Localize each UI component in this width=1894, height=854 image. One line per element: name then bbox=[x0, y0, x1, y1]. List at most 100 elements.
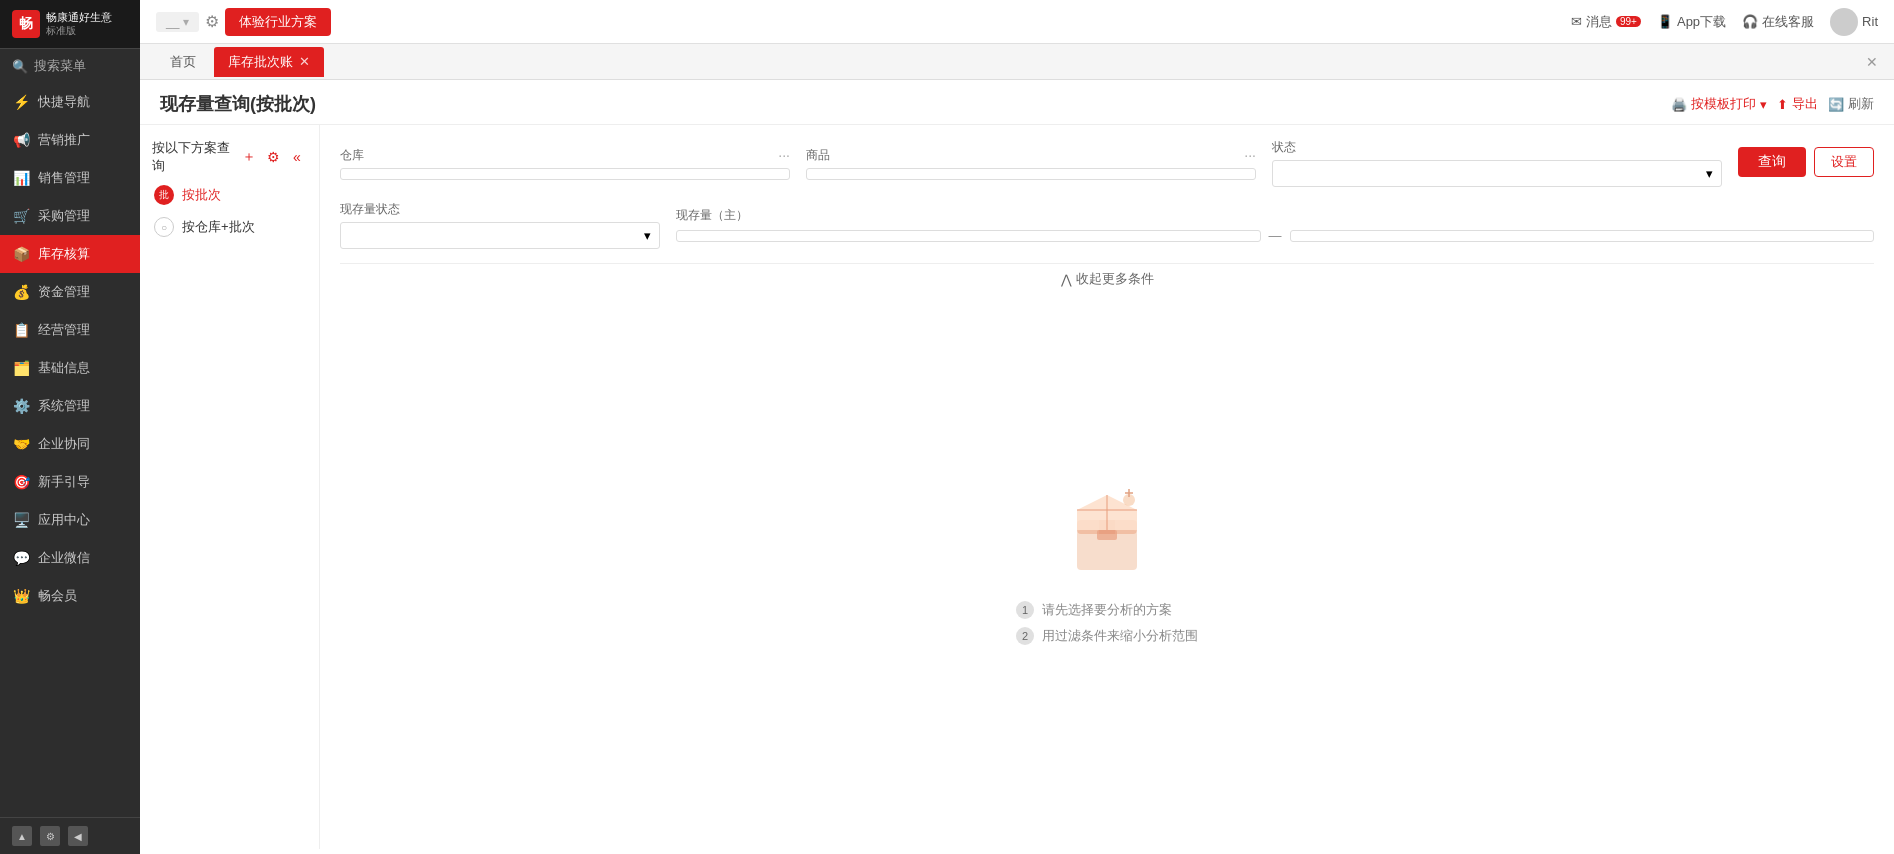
sidebar-search[interactable]: 🔍 搜索菜单 bbox=[0, 49, 140, 83]
collapse-more-conditions[interactable]: ⋀ 收起更多条件 bbox=[340, 263, 1874, 294]
sidebar-item-label: 应用中心 bbox=[38, 511, 90, 529]
app-version: 标准版 bbox=[46, 24, 112, 38]
sidebar-item-label: 快捷导航 bbox=[38, 93, 90, 111]
user-name: Rit bbox=[1862, 14, 1878, 29]
chevron-down-icon: ▾ bbox=[183, 15, 189, 29]
left-panel: 按以下方案查询 ＋ ⚙ « 批 按批次 ○ 按仓库+批次 bbox=[140, 125, 320, 849]
app-logo-icon: 畅 bbox=[12, 10, 40, 38]
sidebar-item-label: 企业协同 bbox=[38, 435, 90, 453]
sidebar-item-system[interactable]: ⚙️ 系统管理 bbox=[0, 387, 140, 425]
empty-tip-1-text: 请先选择要分析的方案 bbox=[1042, 601, 1172, 619]
quicknav-icon: ⚡ bbox=[12, 94, 30, 110]
chevron-down-icon: ▾ bbox=[644, 228, 651, 243]
sidebar: 畅 畅康通好生意 标准版 🔍 搜索菜单 ⚡ 快捷导航 📢 营销推广 📊 销售管理… bbox=[0, 0, 140, 854]
messages-badge: 99+ bbox=[1616, 16, 1641, 27]
sidebar-item-finance[interactable]: 💰 资金管理 bbox=[0, 273, 140, 311]
settings-button[interactable]: 设置 bbox=[1814, 147, 1874, 177]
sidebar-item-enterprise[interactable]: 🤝 企业协同 bbox=[0, 425, 140, 463]
quantity-from-input[interactable] bbox=[676, 230, 1261, 242]
sidebar-item-sales[interactable]: 📊 销售管理 bbox=[0, 159, 140, 197]
sidebar-collapse-btn[interactable]: ◀ bbox=[68, 826, 88, 846]
sidebar-item-base[interactable]: 🗂️ 基础信息 bbox=[0, 349, 140, 387]
query-button[interactable]: 查询 bbox=[1738, 147, 1806, 177]
online-support-button[interactable]: 🎧 在线客服 bbox=[1742, 13, 1814, 31]
content-body: 按以下方案查询 ＋ ⚙ « 批 按批次 ○ 按仓库+批次 bbox=[140, 125, 1894, 849]
sidebar-settings-btn[interactable]: ⚙ bbox=[40, 826, 60, 846]
sidebar-item-label: 资金管理 bbox=[38, 283, 90, 301]
sidebar-bottom: ▲ ⚙ ◀ bbox=[0, 817, 140, 854]
refresh-button[interactable]: 🔄 刷新 bbox=[1828, 95, 1874, 113]
sidebar-item-label: 新手引导 bbox=[38, 473, 90, 491]
empty-illustration bbox=[1057, 485, 1157, 585]
inventory-status-dropdown[interactable]: ▾ bbox=[340, 222, 660, 249]
sidebar-item-purchase[interactable]: 🛒 采购管理 bbox=[0, 197, 140, 235]
tab-home[interactable]: 首页 bbox=[156, 47, 210, 77]
search-icon: 🔍 bbox=[12, 59, 28, 74]
warehouse-filter-more[interactable]: ··· bbox=[778, 147, 790, 163]
operations-icon: 📋 bbox=[12, 322, 30, 338]
tab-close-all: ✕ bbox=[1866, 54, 1878, 70]
message-icon: ✉ bbox=[1571, 14, 1582, 29]
add-scheme-button[interactable]: ＋ bbox=[239, 147, 259, 167]
export-icon: ⬆ bbox=[1777, 97, 1788, 112]
tab-home-label: 首页 bbox=[170, 53, 196, 71]
left-panel-title: 按以下方案查询 bbox=[152, 139, 233, 175]
finance-icon: 💰 bbox=[12, 284, 30, 300]
breadcrumb-text: __ bbox=[166, 15, 179, 29]
sidebar-item-label: 销售管理 bbox=[38, 169, 90, 187]
app-download-button[interactable]: 📱 App下载 bbox=[1657, 13, 1726, 31]
tabbar: 首页 库存批次账 ✕ ✕ bbox=[140, 44, 1894, 80]
sidebar-item-wechat[interactable]: 💬 企业微信 bbox=[0, 539, 140, 577]
warehouse-input[interactable] bbox=[340, 168, 790, 180]
settings-scheme-button[interactable]: ⚙ bbox=[263, 147, 283, 167]
template-print-button[interactable]: 🖨️ 按模板打印 ▾ bbox=[1671, 95, 1767, 113]
quantity-to-input[interactable] bbox=[1290, 230, 1875, 242]
product-filter-more[interactable]: ··· bbox=[1244, 147, 1256, 163]
close-tab-icon[interactable]: ✕ bbox=[299, 54, 310, 69]
filter-product: 商品 ··· bbox=[806, 147, 1256, 180]
product-input[interactable] bbox=[806, 168, 1256, 180]
sidebar-item-inventory[interactable]: 📦 库存核算 bbox=[0, 235, 140, 273]
sidebar-search-label: 搜索菜单 bbox=[34, 57, 86, 75]
empty-icon bbox=[1057, 485, 1157, 585]
phone-icon: 📱 bbox=[1657, 14, 1673, 29]
tab-inventory-batch[interactable]: 库存批次账 ✕ bbox=[214, 47, 324, 77]
user-profile-button[interactable]: Rit bbox=[1830, 8, 1878, 36]
app-download-label: App下载 bbox=[1677, 13, 1726, 31]
sidebar-item-appstore[interactable]: 🖥️ 应用中心 bbox=[0, 501, 140, 539]
page-content: 现存量查询(按批次) 🖨️ 按模板打印 ▾ ⬆ 导出 🔄 刷新 bbox=[140, 80, 1894, 854]
base-icon: 🗂️ bbox=[12, 360, 30, 376]
sidebar-item-quicknav[interactable]: ⚡ 快捷导航 bbox=[0, 83, 140, 121]
filter-row-2: 现存量状态 ▾ 现存量（主） — bbox=[340, 201, 1874, 249]
sidebar-item-label: 经营管理 bbox=[38, 321, 90, 339]
print-icon: 🖨️ bbox=[1671, 97, 1687, 112]
purchase-icon: 🛒 bbox=[12, 208, 30, 224]
experience-industry-button[interactable]: 体验行业方案 bbox=[225, 8, 331, 36]
appstore-icon: 🖥️ bbox=[12, 512, 30, 528]
sidebar-item-label: 库存核算 bbox=[38, 245, 90, 263]
sidebar-logo: 畅 畅康通好生意 标准版 bbox=[0, 0, 140, 49]
filter-status: 状态 ▾ bbox=[1272, 139, 1722, 187]
page-title: 现存量查询(按批次) bbox=[160, 92, 316, 116]
filter-inventory-status: 现存量状态 ▾ bbox=[340, 201, 660, 249]
close-all-icon[interactable]: ✕ bbox=[1866, 54, 1878, 70]
empty-tips: 1 请先选择要分析的方案 2 用过滤条件来缩小分析范围 bbox=[1016, 601, 1198, 645]
refresh-icon: 🔄 bbox=[1828, 97, 1844, 112]
sidebar-scroll-up[interactable]: ▲ bbox=[12, 826, 32, 846]
chevron-down-icon: ▾ bbox=[1706, 166, 1713, 181]
status-dropdown[interactable]: ▾ bbox=[1272, 160, 1722, 187]
sidebar-item-label: 系统管理 bbox=[38, 397, 90, 415]
export-button[interactable]: ⬆ 导出 bbox=[1777, 95, 1818, 113]
scheme-item-batch[interactable]: 批 按批次 bbox=[140, 179, 319, 211]
collapse-left-panel-button[interactable]: « bbox=[287, 147, 307, 167]
sidebar-item-newbie[interactable]: 🎯 新手引导 bbox=[0, 463, 140, 501]
empty-tip-2-text: 用过滤条件来缩小分析范围 bbox=[1042, 627, 1198, 645]
sidebar-item-member[interactable]: 👑 畅会员 bbox=[0, 577, 140, 615]
scheme-item-warehouse-batch[interactable]: ○ 按仓库+批次 bbox=[140, 211, 319, 243]
warehouse-filter-label: 仓库 bbox=[340, 147, 364, 164]
sidebar-item-marketing[interactable]: 📢 营销推广 bbox=[0, 121, 140, 159]
sidebar-item-operations[interactable]: 📋 经营管理 bbox=[0, 311, 140, 349]
messages-button[interactable]: ✉ 消息 99+ bbox=[1571, 13, 1641, 31]
settings-icon[interactable]: ⚙ bbox=[205, 12, 219, 31]
sidebar-item-label: 基础信息 bbox=[38, 359, 90, 377]
